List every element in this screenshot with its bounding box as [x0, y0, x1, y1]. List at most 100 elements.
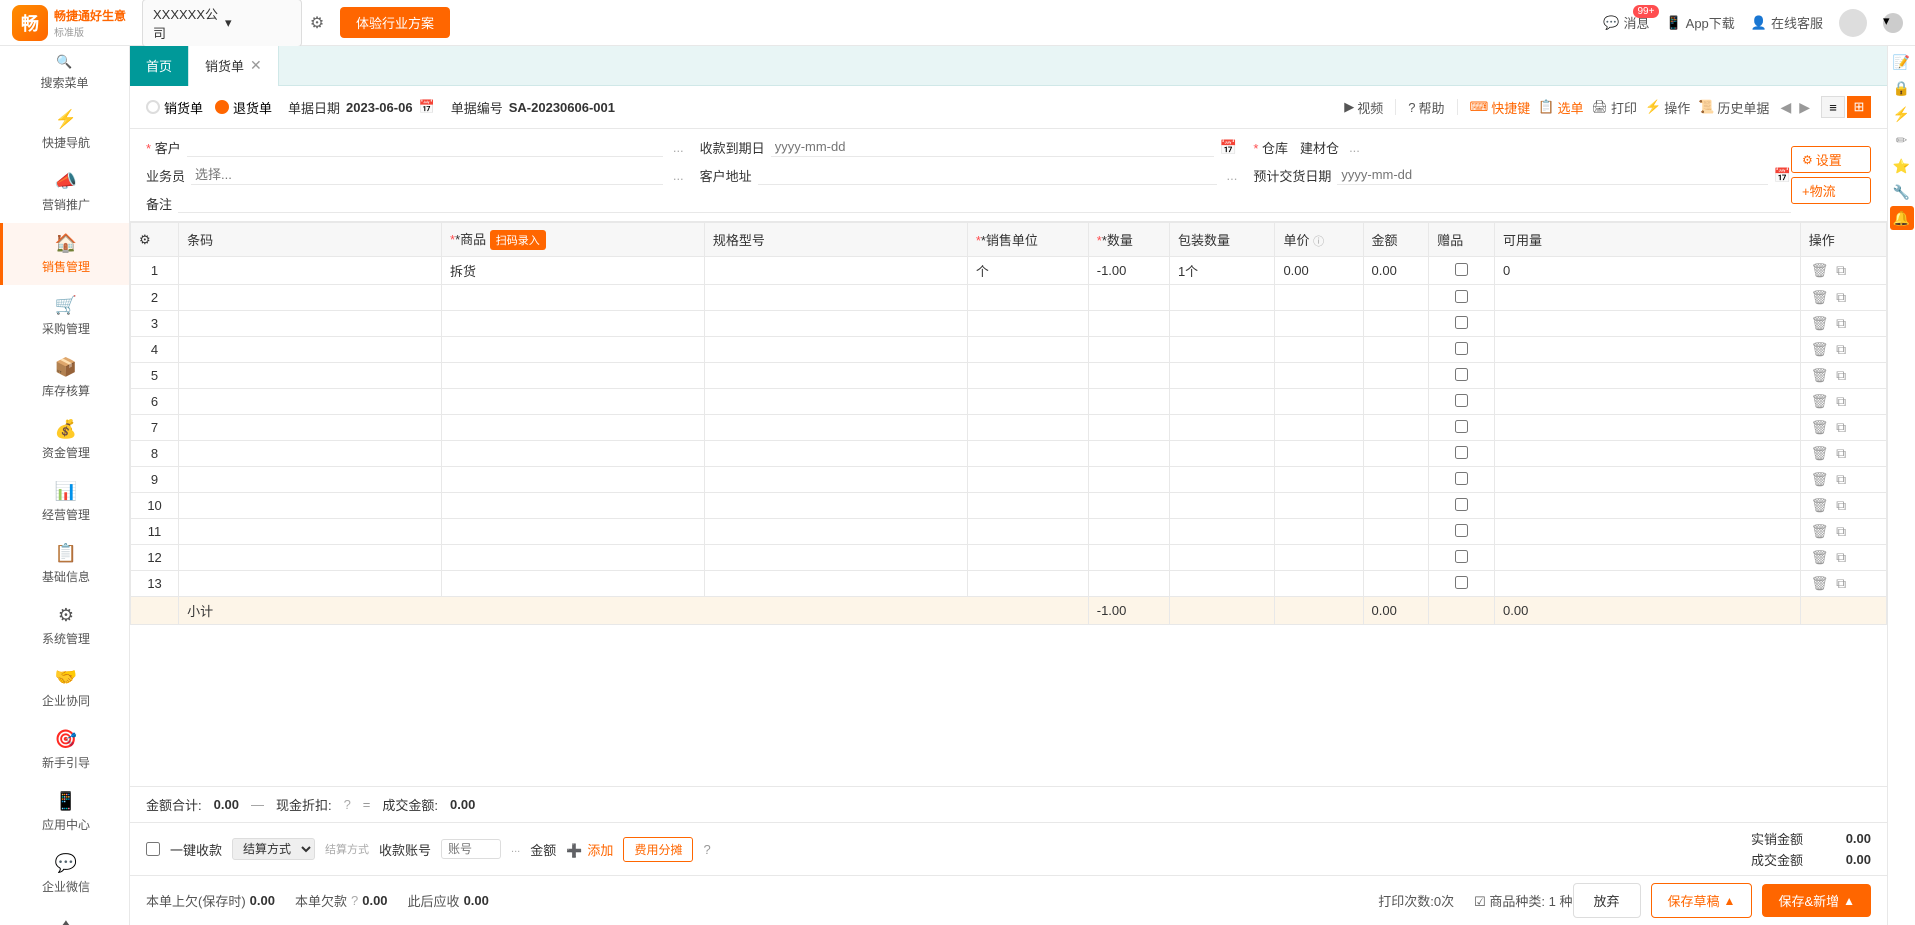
expected-date-input[interactable]	[1337, 165, 1767, 185]
product-cell[interactable]	[442, 363, 705, 389]
qty-cell[interactable]	[1088, 415, 1169, 441]
amount-cell[interactable]	[1363, 493, 1429, 519]
due-date-calendar-icon[interactable]: 📅	[1220, 139, 1237, 156]
copy-row-button[interactable]: ⧉	[1834, 262, 1848, 279]
product-cell[interactable]	[442, 285, 705, 311]
sidebar-item-appcenter[interactable]: 📱 应用中心	[0, 781, 129, 843]
barcode-cell[interactable]	[179, 311, 442, 337]
price-cell[interactable]	[1275, 311, 1363, 337]
history-button[interactable]: 📜 历史单据	[1698, 98, 1769, 117]
barcode-cell[interactable]	[179, 545, 442, 571]
copy-row-button[interactable]: ⧉	[1834, 419, 1848, 436]
sidebar-search-item[interactable]: 🔍 搜索菜单	[0, 46, 129, 99]
unit-cell[interactable]	[967, 571, 1088, 597]
spec-cell[interactable]	[704, 311, 967, 337]
copy-row-button[interactable]: ⧉	[1834, 289, 1848, 306]
view-grid-button[interactable]: ⊞	[1847, 96, 1871, 118]
operation-button[interactable]: ⚡ 操作	[1645, 98, 1690, 117]
company-selector[interactable]: XXXXXX公司 ▾	[142, 0, 302, 47]
salesperson-dots[interactable]: ...	[673, 168, 684, 183]
amount-cell[interactable]	[1363, 363, 1429, 389]
unit-cell[interactable]	[967, 493, 1088, 519]
copy-row-button[interactable]: ⧉	[1834, 471, 1848, 488]
app-download-button[interactable]: 📱 App下载	[1665, 13, 1734, 32]
unit-cell[interactable]	[967, 519, 1088, 545]
remark-input[interactable]	[178, 193, 1791, 213]
sidebar-item-member[interactable]: ♦ 畅会员	[0, 905, 129, 925]
account-dots[interactable]: ...	[511, 843, 520, 855]
barcode-cell[interactable]	[179, 285, 442, 311]
spec-cell[interactable]	[704, 545, 967, 571]
salesperson-input[interactable]	[191, 165, 663, 185]
unit-cell[interactable]	[967, 363, 1088, 389]
radio-return-order[interactable]: 退货单	[215, 98, 272, 117]
amount-cell[interactable]	[1363, 545, 1429, 571]
product-cell[interactable]: 拆货	[442, 257, 705, 285]
shortcut-button[interactable]: ⌨ 快捷键	[1470, 98, 1531, 117]
expense-split-button[interactable]: 费用分摊	[623, 837, 693, 862]
unit-cell[interactable]	[967, 415, 1088, 441]
delete-row-button[interactable]: 🗑	[1809, 315, 1831, 332]
product-cell[interactable]	[442, 545, 705, 571]
view-list-button[interactable]: ≡	[1821, 96, 1845, 118]
unit-cell[interactable]	[967, 441, 1088, 467]
delete-row-button[interactable]: 🗑	[1809, 575, 1831, 592]
qty-cell[interactable]	[1088, 519, 1169, 545]
unit-cell[interactable]	[967, 545, 1088, 571]
due-date-input[interactable]	[771, 137, 1214, 157]
delete-row-button[interactable]: 🗑	[1809, 549, 1831, 566]
sidebar-item-operations[interactable]: 📊 经营管理	[0, 471, 129, 533]
price-cell[interactable]	[1275, 389, 1363, 415]
delete-row-button[interactable]: 🗑	[1809, 341, 1831, 358]
qty-cell[interactable]	[1088, 467, 1169, 493]
qty-cell[interactable]	[1088, 311, 1169, 337]
amount-cell[interactable]	[1363, 311, 1429, 337]
gift-cell[interactable]	[1429, 389, 1495, 415]
logistics-side-button[interactable]: +物流	[1791, 177, 1871, 204]
sidebar-item-quick-nav[interactable]: ⚡ 快捷导航	[0, 99, 129, 161]
amount-cell[interactable]	[1363, 389, 1429, 415]
sidebar-item-sales[interactable]: 🏠 销售管理	[0, 223, 129, 285]
delete-row-button[interactable]: 🗑	[1809, 471, 1831, 488]
save-draft-button[interactable]: 保存草稿 ▲	[1651, 883, 1753, 918]
customer-input[interactable]	[187, 137, 663, 157]
price-cell[interactable]	[1275, 337, 1363, 363]
right-tool-alert[interactable]: 🔔	[1890, 206, 1914, 230]
delete-row-button[interactable]: 🗑	[1809, 367, 1831, 384]
spec-cell[interactable]	[704, 257, 967, 285]
delete-row-button[interactable]: 🗑	[1809, 523, 1831, 540]
barcode-cell[interactable]	[179, 467, 442, 493]
amount-cell[interactable]	[1363, 441, 1429, 467]
barcode-cell[interactable]	[179, 441, 442, 467]
right-tool-edit[interactable]: ✏	[1890, 128, 1914, 152]
spec-cell[interactable]	[704, 389, 967, 415]
gift-cell[interactable]	[1429, 571, 1495, 597]
template-button[interactable]: 📋 选单	[1538, 98, 1583, 117]
tab-close-icon[interactable]: ✕	[250, 57, 262, 74]
delete-row-button[interactable]: 🗑	[1809, 393, 1831, 410]
gift-cell[interactable]	[1429, 441, 1495, 467]
warehouse-dots[interactable]: ...	[1349, 140, 1360, 155]
spec-cell[interactable]	[704, 571, 967, 597]
amount-cell[interactable]	[1363, 337, 1429, 363]
online-service-button[interactable]: 👤 在线客服	[1751, 13, 1823, 32]
qty-cell[interactable]	[1088, 545, 1169, 571]
price-cell[interactable]	[1275, 441, 1363, 467]
account-input[interactable]	[441, 839, 501, 859]
qty-cell[interactable]	[1088, 285, 1169, 311]
price-cell[interactable]	[1275, 363, 1363, 389]
barcode-cell[interactable]	[179, 257, 442, 285]
help-button[interactable]: ? 帮助	[1408, 98, 1444, 117]
price-cell[interactable]	[1275, 519, 1363, 545]
copy-row-button[interactable]: ⧉	[1834, 523, 1848, 540]
scan-button[interactable]: 扫码录入	[490, 230, 546, 250]
product-cell[interactable]	[442, 311, 705, 337]
sidebar-item-wechat[interactable]: 💬 企业微信	[0, 843, 129, 905]
customer-dots[interactable]: ...	[673, 140, 684, 155]
right-tool-star[interactable]: ⭐	[1890, 154, 1914, 178]
delete-row-button[interactable]: 🗑	[1809, 262, 1831, 279]
product-cell[interactable]	[442, 389, 705, 415]
expected-date-calendar-icon[interactable]: 📅	[1774, 167, 1791, 184]
gift-cell[interactable]	[1429, 415, 1495, 441]
price-cell[interactable]	[1275, 467, 1363, 493]
